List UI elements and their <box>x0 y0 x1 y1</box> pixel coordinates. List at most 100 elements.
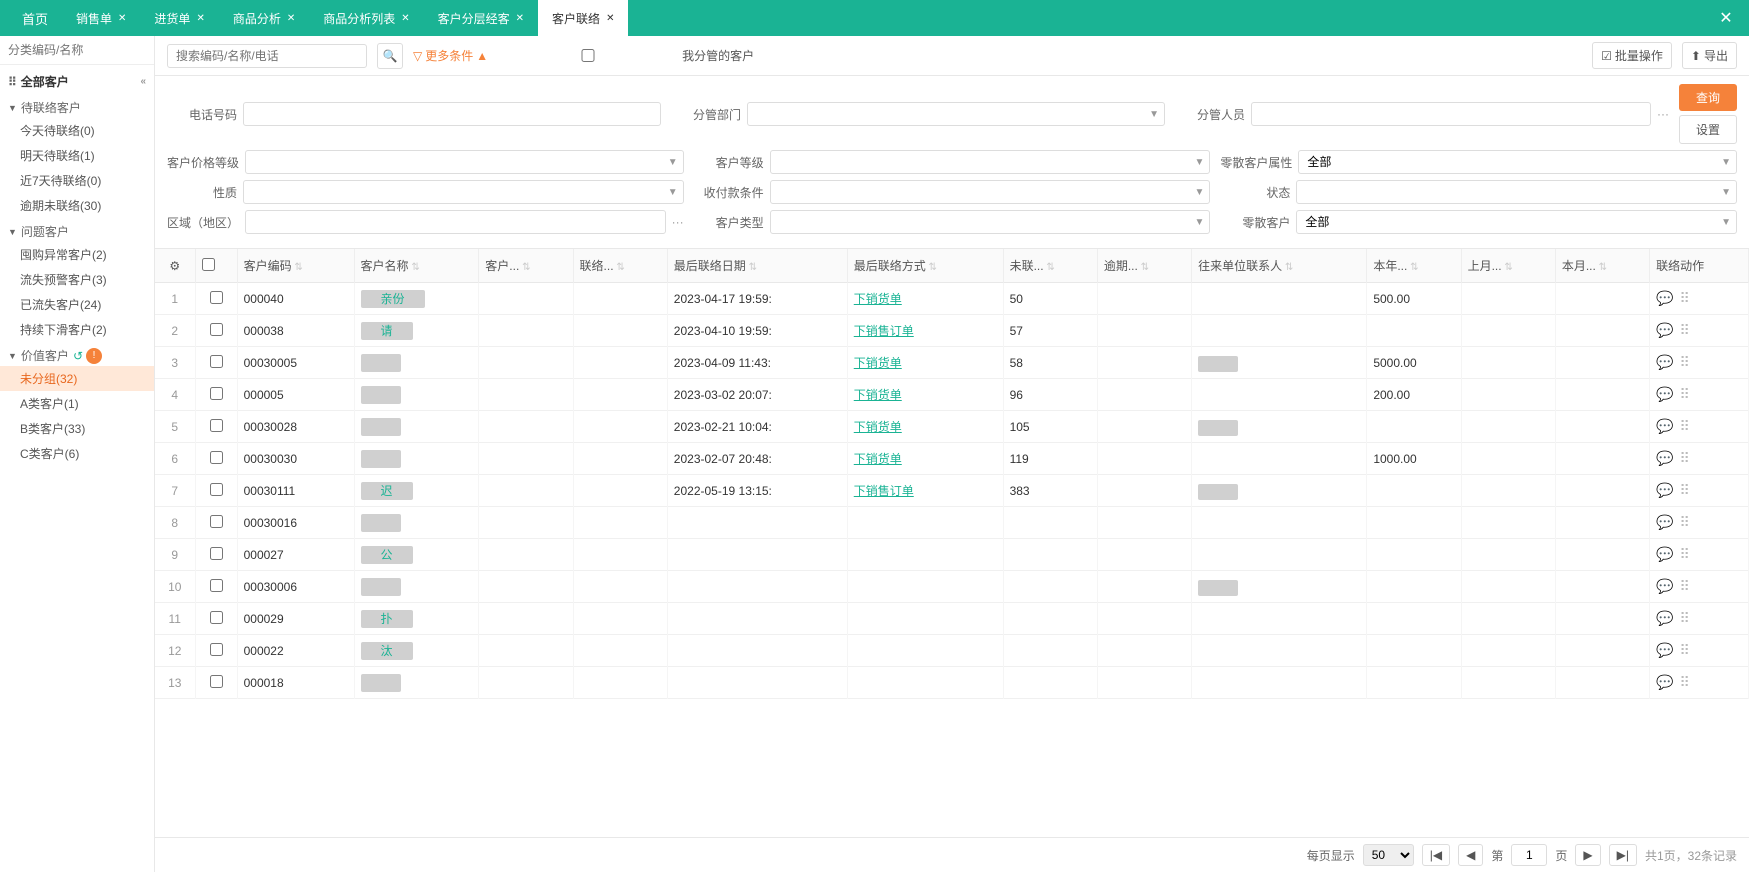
sidebar-item-overdue[interactable]: 逾期未联络(30) <box>0 193 154 218</box>
more-icon[interactable]: ⠿ <box>1680 418 1690 435</box>
row-checkbox[interactable] <box>210 643 223 656</box>
method-link[interactable]: 下销货单 <box>854 356 902 370</box>
customer-name-cell[interactable] <box>354 507 479 539</box>
more-icon[interactable]: ⠿ <box>1680 610 1690 627</box>
first-page-btn[interactable]: |◀ <box>1422 844 1450 866</box>
more-icon[interactable]: ⠿ <box>1680 642 1690 659</box>
chat-icon[interactable]: 💬 <box>1656 514 1673 531</box>
row-checkbox-cell[interactable] <box>195 635 237 667</box>
region-input[interactable] <box>245 210 666 234</box>
row-checkbox[interactable] <box>210 451 223 464</box>
row-checkbox-cell[interactable] <box>195 539 237 571</box>
close-purchase-icon[interactable]: ✕ <box>196 13 204 24</box>
row-checkbox-cell[interactable] <box>195 571 237 603</box>
customer-name-cell[interactable]: 请 <box>354 315 479 347</box>
row-checkbox[interactable] <box>210 579 223 592</box>
customer-name-cell[interactable] <box>354 379 479 411</box>
close-analysis-list-icon[interactable]: ✕ <box>401 13 409 24</box>
customer-name-cell[interactable] <box>354 411 479 443</box>
my-customers-checkbox[interactable]: 我分管的客户 <box>498 47 754 64</box>
prev-page-btn[interactable]: ◀ <box>1458 844 1483 866</box>
group-value-label[interactable]: ▼ 价值客户 ↺ ! <box>0 342 154 366</box>
row-checkbox-cell[interactable] <box>195 379 237 411</box>
customer-name-cell[interactable]: 公 <box>354 539 479 571</box>
method-link[interactable]: 下销货单 <box>854 420 902 434</box>
my-customers-check[interactable] <box>498 49 678 62</box>
sidebar-item-today[interactable]: 今天待联络(0) <box>0 118 154 143</box>
last-method-cell[interactable] <box>847 507 1003 539</box>
more-icon[interactable]: ⠿ <box>1680 674 1690 691</box>
row-checkbox-cell[interactable] <box>195 507 237 539</box>
chat-icon[interactable]: 💬 <box>1656 482 1673 499</box>
last-method-cell[interactable]: 下销售订单 <box>847 475 1003 507</box>
row-checkbox[interactable] <box>210 387 223 400</box>
last-method-cell[interactable]: 下销货单 <box>847 411 1003 443</box>
row-checkbox[interactable] <box>210 547 223 560</box>
customer-grade-select[interactable] <box>770 150 1211 174</box>
group-problem-label[interactable]: ▼ 问题客户 <box>0 218 154 242</box>
method-link[interactable]: 下销货单 <box>854 292 902 306</box>
col-last-date[interactable]: 最后联络日期 <box>667 249 847 283</box>
method-link[interactable]: 下销货单 <box>854 388 902 402</box>
row-checkbox[interactable] <box>210 483 223 496</box>
close-analysis-icon[interactable]: ✕ <box>287 13 295 24</box>
chat-icon[interactable]: 💬 <box>1656 610 1673 627</box>
search-input[interactable] <box>167 44 367 68</box>
sidebar-item-7days[interactable]: 近7天待联络(0) <box>0 168 154 193</box>
gear-col[interactable]: ⚙ <box>155 249 195 283</box>
more-icon[interactable]: ⠿ <box>1680 450 1690 467</box>
status-select[interactable] <box>1296 180 1737 204</box>
customer-name-cell[interactable]: 扑 <box>354 603 479 635</box>
row-checkbox-cell[interactable] <box>195 315 237 347</box>
check-all[interactable] <box>202 258 215 271</box>
refresh-icon[interactable]: ↺ <box>73 349 83 363</box>
customer-name-cell[interactable]: 迟 <box>354 475 479 507</box>
tab-purchase[interactable]: 进货单 ✕ <box>140 0 218 36</box>
last-page-btn[interactable]: ▶| <box>1609 844 1637 866</box>
tab-customer-contact[interactable]: 客户联络 ✕ <box>538 0 628 36</box>
last-method-cell[interactable]: 下销货单 <box>847 283 1003 315</box>
customer-type-select[interactable] <box>770 210 1211 234</box>
chat-icon[interactable]: 💬 <box>1656 322 1673 339</box>
row-checkbox-cell[interactable] <box>195 475 237 507</box>
more-icon[interactable]: ⠿ <box>1680 290 1690 307</box>
row-checkbox-cell[interactable] <box>195 347 237 379</box>
home-tab[interactable]: 首页 <box>8 0 62 36</box>
row-checkbox-cell[interactable] <box>195 603 237 635</box>
chat-icon[interactable]: 💬 <box>1656 674 1673 691</box>
last-method-cell[interactable] <box>847 635 1003 667</box>
sidebar-item-tomorrow[interactable]: 明天待联络(1) <box>0 143 154 168</box>
method-link[interactable]: 下销售订单 <box>854 484 914 498</box>
chat-icon[interactable]: 💬 <box>1656 418 1673 435</box>
chat-icon[interactable]: 💬 <box>1656 578 1673 595</box>
last-method-cell[interactable] <box>847 667 1003 699</box>
col-contact[interactable]: 联络... <box>573 249 667 283</box>
col-overdue[interactable]: 逾期... <box>1097 249 1191 283</box>
dept-select[interactable] <box>747 102 1165 126</box>
payment-select[interactable] <box>770 180 1211 204</box>
row-checkbox[interactable] <box>210 515 223 528</box>
nature-select[interactable] <box>243 180 684 204</box>
sidebar-item-ungrouped[interactable]: 未分组(32) <box>0 366 154 391</box>
search-button[interactable]: 🔍 <box>377 43 403 69</box>
tab-sales[interactable]: 销售单 ✕ <box>62 0 140 36</box>
last-method-cell[interactable] <box>847 603 1003 635</box>
person-more-icon[interactable]: ··· <box>1657 107 1669 121</box>
next-page-btn[interactable]: ▶ <box>1575 844 1600 866</box>
method-link[interactable]: 下销售订单 <box>854 324 914 338</box>
group-pending-label[interactable]: ▼ 待联络客户 <box>0 94 154 118</box>
customer-name-cell[interactable]: 亲份 <box>354 283 479 315</box>
page-number-input[interactable] <box>1511 844 1547 866</box>
export-button[interactable]: ⬆ 导出 <box>1682 42 1737 69</box>
col-last-method[interactable]: 最后联络方式 <box>847 249 1003 283</box>
row-checkbox-cell[interactable] <box>195 411 237 443</box>
sidebar-item-class-b[interactable]: B类客户(33) <box>0 416 154 441</box>
customer-name-cell[interactable] <box>354 347 479 379</box>
col-name[interactable]: 客户名称 <box>354 249 479 283</box>
sidebar-item-class-c[interactable]: C类客户(6) <box>0 441 154 466</box>
more-icon[interactable]: ⠿ <box>1680 546 1690 563</box>
last-method-cell[interactable] <box>847 539 1003 571</box>
col-type[interactable]: 客户... <box>479 249 573 283</box>
chat-icon[interactable]: 💬 <box>1656 354 1673 371</box>
phone-input[interactable] <box>243 102 661 126</box>
